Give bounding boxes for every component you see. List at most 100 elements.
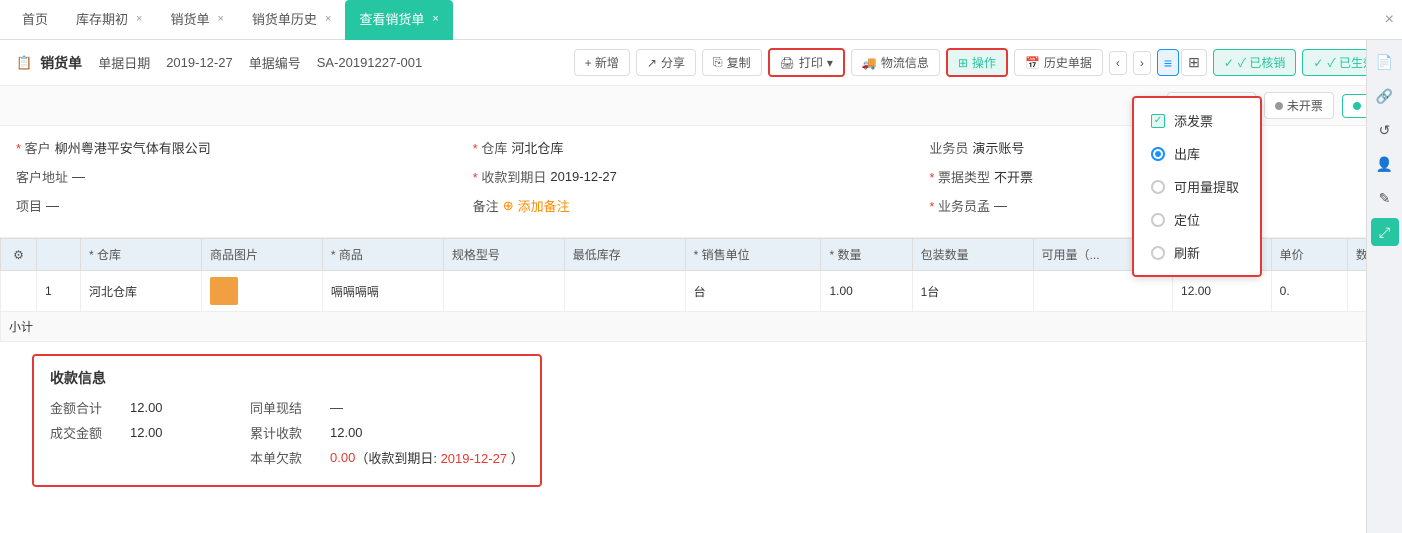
add-note-btn[interactable]: ⊕ 添加备注 (503, 196, 570, 215)
employee-value: 演示账号 (972, 138, 1024, 157)
payment-row-2: 成交金额 12.00 累计收款 12.00 (50, 423, 524, 442)
grid-icon: ⊞ (958, 56, 968, 70)
due-date: 2019-12-27 (441, 451, 508, 466)
payment-date-value: 2019-12-27 (550, 169, 617, 184)
tab-sales-history[interactable]: 销货单历史 × (238, 0, 345, 40)
new-button[interactable]: + 新增 (574, 49, 630, 76)
check-icon-effective: ✓ (1313, 56, 1323, 70)
row-min-stock (564, 271, 685, 312)
tab-home[interactable]: 首页 (8, 0, 62, 40)
operations-button[interactable]: ⊞ 操作 (946, 48, 1008, 77)
check-icon-sold: ✓ (1224, 56, 1234, 70)
tab-view-label: 查看销货单 (359, 9, 424, 28)
warehouse-field: 仓库 河北仓库 (473, 138, 930, 157)
print-dropdown-icon: ▾ (827, 56, 833, 70)
row-settings (1, 271, 37, 312)
number-value: SA-20191227-001 (317, 55, 423, 70)
copy-button[interactable]: ⎘ 复制 (702, 49, 762, 76)
tab-home-label: 首页 (22, 9, 48, 28)
dropdown-item-refresh[interactable]: 刷新 (1134, 236, 1260, 269)
warehouse-value: 河北仓库 (511, 138, 563, 157)
project-value: — (46, 198, 59, 213)
col-unit: * 销售单位 (685, 239, 821, 271)
dropdown-item-available-qty[interactable]: 可用量提取 (1134, 170, 1260, 203)
date-label: 单据日期 (98, 53, 150, 72)
doc-meta: 单据日期 2019-12-27 单据编号 SA-20191227-001 (98, 53, 422, 72)
print-icon: 🖨 (780, 56, 795, 70)
sold-button[interactable]: ✓ ✓ 已核销 (1213, 49, 1297, 76)
tab-inventory-label: 库存期初 (76, 9, 128, 28)
print-button[interactable]: 🖨 打印 ▾ (768, 48, 845, 77)
tab-history-close[interactable]: × (325, 13, 331, 25)
subtotal-cell: 小计 (1, 312, 1402, 342)
same-order-value: — (330, 400, 343, 415)
address-field: 客户地址 — (16, 167, 473, 186)
history-button[interactable]: 📅 历史单据 (1014, 49, 1103, 76)
truck-icon: 🚚 (862, 56, 877, 70)
deal-value: 12.00 (130, 425, 250, 440)
address-value: — (72, 169, 85, 184)
accumulated-label: 累计收款 (250, 423, 330, 442)
sidebar-edit-btn[interactable]: ✎ (1371, 184, 1399, 212)
row-product: 嗝嗝嗝嗝 (322, 271, 443, 312)
tab-sales-close[interactable]: × (217, 13, 223, 25)
same-order-label: 同单现结 (250, 398, 330, 417)
doc-title: 销货单 (40, 53, 82, 73)
employee-label: 业务员 (929, 138, 972, 157)
tab-sales-label: 销货单 (170, 9, 209, 28)
tab-inventory-init[interactable]: 库存期初 × (62, 0, 156, 40)
sidebar-refresh-btn[interactable]: ↺ (1371, 116, 1399, 144)
history-icon: 📅 (1025, 56, 1040, 70)
sidebar-link-btn[interactable]: 🔗 (1371, 82, 1399, 110)
row-seq: 1 (37, 271, 81, 312)
not-open-button[interactable]: 未开票 (1264, 92, 1334, 119)
sidebar-doc-btn[interactable]: 📄 (1371, 48, 1399, 76)
tab-inventory-close[interactable]: × (136, 13, 142, 25)
row-qty: 1.00 (821, 271, 912, 312)
view-grid-button[interactable]: ⊞ (1181, 49, 1207, 76)
tab-history-label: 销货单历史 (252, 9, 317, 28)
tab-view-close[interactable]: × (432, 13, 438, 25)
doc-title-area: 📋 销货单 (16, 53, 82, 73)
col-settings[interactable]: ⚙ (1, 239, 37, 271)
row-spec (443, 271, 564, 312)
window-close-btn[interactable]: × (1385, 11, 1394, 29)
sidebar-expand-btn[interactable]: ⤢ (1371, 218, 1399, 246)
tab-bar: 首页 库存期初 × 销货单 × 销货单历史 × 查看销货单 × × (0, 0, 1402, 40)
row-pack-qty: 1台 (912, 271, 1033, 312)
radio-icon-locate (1150, 212, 1166, 228)
col-pack-qty: 包装数量 (912, 239, 1033, 271)
dropdown-item-outbound[interactable]: 出库 (1134, 137, 1260, 170)
row-price: 0. (1271, 271, 1347, 312)
payment-row-3: 本单欠款 0.00 （收款到期日: 2019-12-27 ） (50, 448, 524, 467)
prev-button[interactable]: ‹ (1109, 51, 1127, 75)
subtotal-row: 小计 (1, 312, 1402, 342)
owed-value: 0.00 (330, 450, 355, 465)
note-label: 备注 (473, 196, 503, 215)
payment-box: 收款信息 金额合计 12.00 同单现结 — 成交金额 12.00 累计收款 1… (32, 354, 542, 487)
tab-view-sales[interactable]: 查看销货单 × (345, 0, 452, 40)
project-field: 项目 — (16, 196, 473, 215)
salesperson-value: — (994, 198, 1007, 213)
row-warehouse: 河北仓库 (81, 271, 202, 312)
copy-icon: ⎘ (713, 55, 723, 70)
total-value: 12.00 (130, 400, 250, 415)
due-note: （收款到期日: 2019-12-27 ） (355, 448, 523, 467)
toolbar-right: + 新增 ↗ 分享 ⎘ 复制 🖨 打印 ▾ 🚚 物流信息 (574, 48, 1386, 77)
ticket-type-label: 票据类型 (929, 167, 994, 186)
view-list-button[interactable]: ≡ (1157, 49, 1179, 76)
dropdown-item-add-invoice[interactable]: ✓ 添发票 (1134, 104, 1260, 137)
tab-sales-order[interactable]: 销货单 × (156, 0, 237, 40)
customer-field: 客户 柳州粤港平安气体有限公司 (16, 138, 473, 157)
payment-date-field: 收款到期日 2019-12-27 (473, 167, 930, 186)
next-button[interactable]: › (1133, 51, 1151, 75)
dropdown-item-locate[interactable]: 定位 (1134, 203, 1260, 236)
date-value: 2019-12-27 (166, 55, 233, 70)
logistics-button[interactable]: 🚚 物流信息 (851, 49, 940, 76)
note-field: 备注 ⊕ 添加备注 (473, 196, 930, 215)
sidebar-user-btn[interactable]: 👤 (1371, 150, 1399, 178)
plus-icon: ⊕ (503, 198, 514, 214)
share-button[interactable]: ↗ 分享 (636, 49, 696, 76)
row-unit: 台 (685, 271, 821, 312)
col-price: 单价 (1271, 239, 1347, 271)
